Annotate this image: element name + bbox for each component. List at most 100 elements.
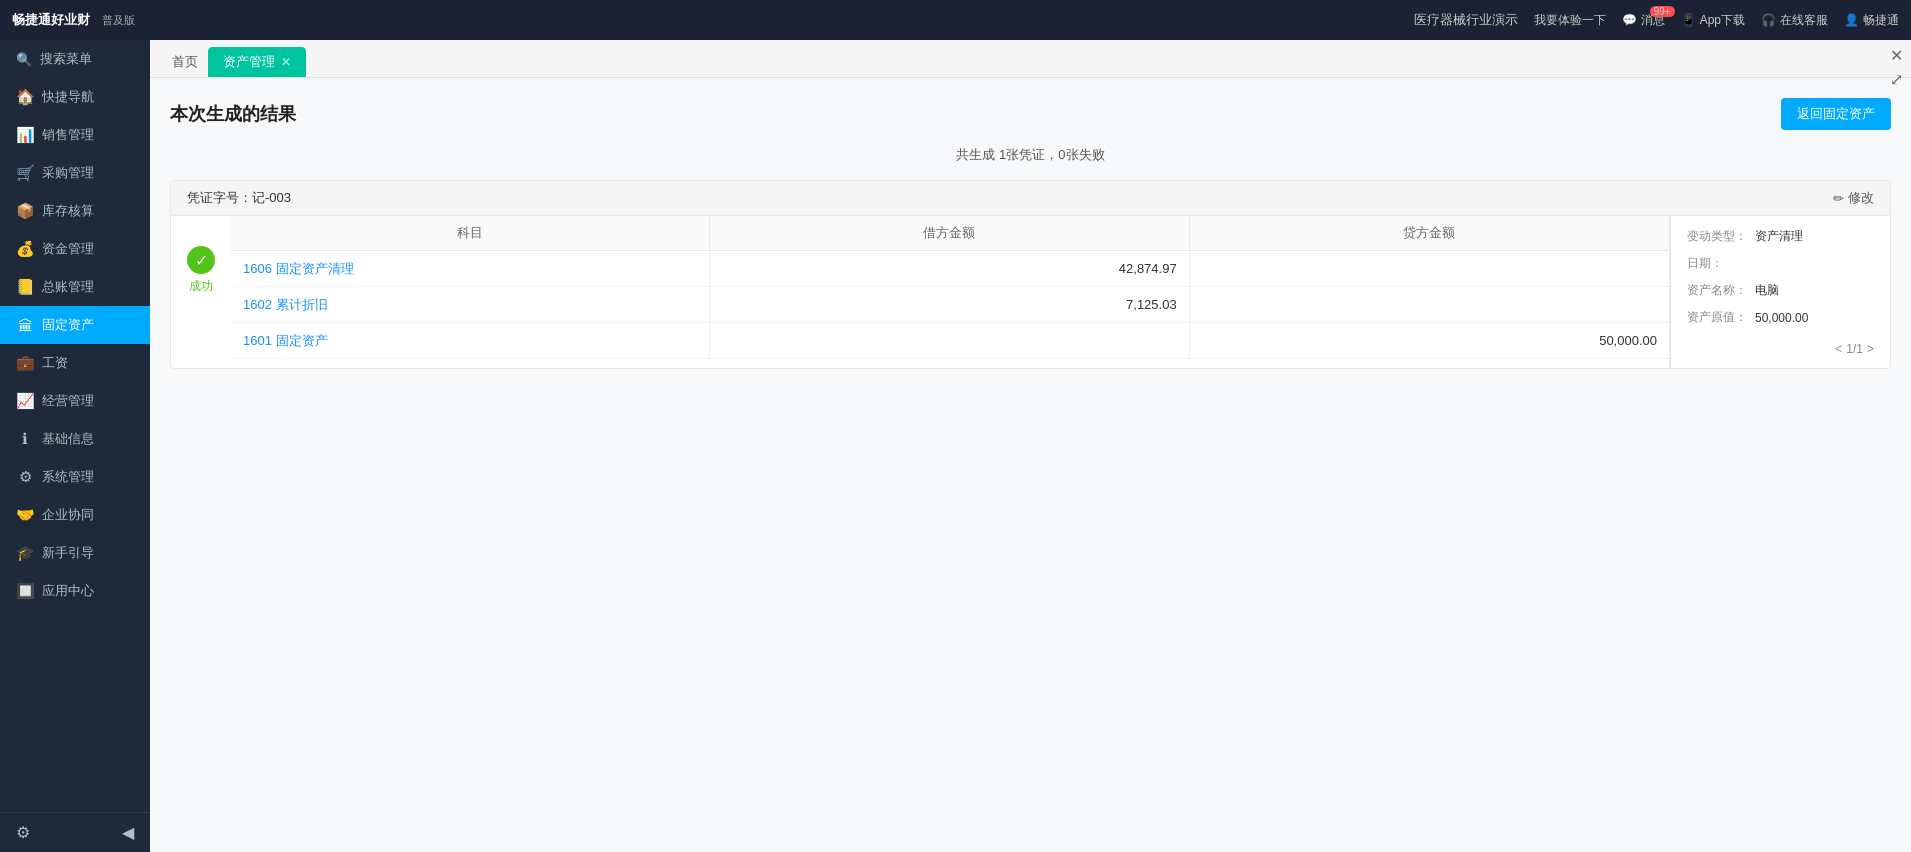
online-service-button[interactable]: 🎧 在线客服 <box>1761 12 1828 29</box>
cell-credit-3: 50,000.00 <box>1190 323 1669 358</box>
original-value-value: 50,000.00 <box>1755 311 1808 325</box>
sidebar-apps-label: 应用中心 <box>42 582 94 600</box>
tab-asset-label: 资产管理 <box>223 53 275 71</box>
sidebar-item-collab[interactable]: 🤝 企业协同 <box>0 496 150 534</box>
purchase-icon: 🛒 <box>16 164 34 182</box>
message-icon: 💬 <box>1622 13 1637 27</box>
cell-account-3: 1601 固定资产 <box>231 323 710 358</box>
sidebar-item-apps[interactable]: 🔲 应用中心 <box>0 572 150 610</box>
sidebar: 🔍 搜索菜单 🏠 快捷导航 📊 销售管理 🛒 采购管理 📦 库存核算 💰 资金管… <box>0 40 150 852</box>
cell-debit-3 <box>710 323 1189 358</box>
col-credit: 贷方金额 <box>1190 216 1669 250</box>
collab-icon: 🤝 <box>16 506 34 524</box>
edit-icon: ✏ <box>1833 191 1844 206</box>
sidebar-purchase-label: 采购管理 <box>42 164 94 182</box>
cell-debit-2: 7,125.03 <box>710 287 1189 322</box>
sidebar-management-label: 经营管理 <box>42 392 94 410</box>
ledger-icon: 📒 <box>16 278 34 296</box>
sidebar-item-inventory[interactable]: 📦 库存核算 <box>0 192 150 230</box>
success-col: ✓ 成功 <box>171 216 231 368</box>
main-layout: 🔍 搜索菜单 🏠 快捷导航 📊 销售管理 🛒 采购管理 📦 库存核算 💰 资金管… <box>0 40 1911 852</box>
cell-account-2: 1602 累计折旧 <box>231 287 710 322</box>
tab-close-icon[interactable]: ✕ <box>281 55 291 69</box>
voucher-card: 凭证字号：记-003 ✏ 修改 ✓ 成功 <box>170 180 1891 369</box>
pagination-info: 1/1 <box>1846 342 1863 356</box>
sidebar-collab-label: 企业协同 <box>42 506 94 524</box>
system-icon: ⚙ <box>16 468 34 486</box>
date-row: 日期： <box>1687 255 1874 272</box>
app-version: 普及版 <box>102 13 135 28</box>
cell-debit-1: 42,874.97 <box>710 251 1189 286</box>
panel-controls: ✕ ⤢ <box>1881 40 1911 94</box>
col-debit: 借方金额 <box>710 216 1189 250</box>
pagination-prev[interactable]: < <box>1835 342 1842 356</box>
home-icon: 🏠 <box>16 88 34 106</box>
change-type-label: 变动类型： <box>1687 228 1747 245</box>
voucher-body: ✓ 成功 科目 借方金额 贷方金额 <box>171 216 1890 368</box>
asset-name-label: 资产名称： <box>1687 282 1747 299</box>
tab-home[interactable]: 首页 <box>162 47 208 77</box>
original-value-label: 资产原值： <box>1687 309 1747 326</box>
table-row: 1602 累计折旧 7,125.03 <box>231 287 1669 323</box>
side-info-panel: 变动类型： 资产清理 日期： 资产名称： 电脑 资产原值： <box>1670 216 1890 368</box>
sidebar-item-search[interactable]: 🔍 搜索菜单 <box>0 40 150 78</box>
payroll-icon: 💼 <box>16 354 34 372</box>
pagination-next[interactable]: > <box>1867 342 1874 356</box>
original-value-row: 资产原值： 50,000.00 <box>1687 309 1874 326</box>
user-avatar[interactable]: 👤 畅捷通 <box>1844 12 1899 29</box>
sidebar-item-basic-info[interactable]: ℹ 基础信息 <box>0 420 150 458</box>
expand-panel-button[interactable]: ⤢ <box>1885 68 1907 90</box>
change-type-row: 变动类型： 资产清理 <box>1687 228 1874 245</box>
sidebar-item-funds[interactable]: 💰 资金管理 <box>0 230 150 268</box>
sidebar-item-fixed-assets[interactable]: 🏛 固定资产 <box>0 306 150 344</box>
info-icon: ℹ <box>16 430 34 448</box>
content-area: 首页 资产管理 ✕ 本次生成的结果 返回固定资产 共生成 1张凭证，0张失败 凭… <box>150 40 1911 852</box>
headset-icon: 🎧 <box>1761 13 1776 27</box>
success-label: 成功 <box>189 278 213 295</box>
sidebar-payroll-label: 工资 <box>42 354 68 372</box>
inventory-icon: 📦 <box>16 202 34 220</box>
sidebar-item-guide[interactable]: 🎓 新手引导 <box>0 534 150 572</box>
sidebar-item-payroll[interactable]: 💼 工资 <box>0 344 150 382</box>
sidebar-basic-info-label: 基础信息 <box>42 430 94 448</box>
user-icon: 👤 <box>1844 13 1859 27</box>
settings-icon[interactable]: ⚙ <box>16 823 30 842</box>
sidebar-quicknav-label: 快捷导航 <box>42 88 94 106</box>
sidebar-item-ledger[interactable]: 📒 总账管理 <box>0 268 150 306</box>
sidebar-inventory-label: 库存核算 <box>42 202 94 220</box>
app-download-button[interactable]: 📱 App下载 <box>1681 12 1745 29</box>
try-button[interactable]: 我要体验一下 <box>1534 12 1606 29</box>
return-button[interactable]: 返回固定资产 <box>1781 98 1891 130</box>
result-summary: 共生成 1张凭证，0张失败 <box>170 146 1891 164</box>
cell-account-1: 1606 固定资产清理 <box>231 251 710 286</box>
sales-icon: 📊 <box>16 126 34 144</box>
sidebar-funds-label: 资金管理 <box>42 240 94 258</box>
sidebar-item-quicknav[interactable]: 🏠 快捷导航 <box>0 78 150 116</box>
edit-button[interactable]: ✏ 修改 <box>1833 189 1874 207</box>
app-logo: 畅捷通好业财 <box>12 11 90 29</box>
collapse-icon[interactable]: ◀ <box>122 823 134 842</box>
close-panel-button[interactable]: ✕ <box>1885 44 1907 66</box>
sidebar-item-sales[interactable]: 📊 销售管理 <box>0 116 150 154</box>
search-icon: 🔍 <box>16 52 32 67</box>
sidebar-guide-label: 新手引导 <box>42 544 94 562</box>
side-pagination: < 1/1 > <box>1687 342 1874 356</box>
top-header: 畅捷通好业财 普及版 医疗器械行业演示 我要体验一下 💬 消息 99+ 📱 Ap… <box>0 0 1911 40</box>
message-button[interactable]: 💬 消息 99+ <box>1622 12 1665 29</box>
voucher-number: 凭证字号：记-003 <box>187 189 291 207</box>
voucher-table-area: ✓ 成功 科目 借方金额 贷方金额 <box>171 216 1670 368</box>
asset-name-value: 电脑 <box>1755 282 1779 299</box>
cell-credit-1 <box>1190 251 1669 286</box>
sidebar-item-purchase[interactable]: 🛒 采购管理 <box>0 154 150 192</box>
tab-asset-management[interactable]: 资产管理 ✕ <box>208 47 306 77</box>
header-right: 医疗器械行业演示 我要体验一下 💬 消息 99+ 📱 App下载 🎧 在线客服 … <box>1414 11 1899 29</box>
asset-name-row: 资产名称： 电脑 <box>1687 282 1874 299</box>
funds-icon: 💰 <box>16 240 34 258</box>
message-count: 99+ <box>1650 6 1675 17</box>
app-download-icon: 📱 <box>1681 13 1696 27</box>
sidebar-item-management[interactable]: 📈 经营管理 <box>0 382 150 420</box>
sidebar-item-system[interactable]: ⚙ 系统管理 <box>0 458 150 496</box>
tab-home-label: 首页 <box>172 53 198 71</box>
date-label: 日期： <box>1687 255 1723 272</box>
table-header: 科目 借方金额 贷方金额 <box>231 216 1669 251</box>
